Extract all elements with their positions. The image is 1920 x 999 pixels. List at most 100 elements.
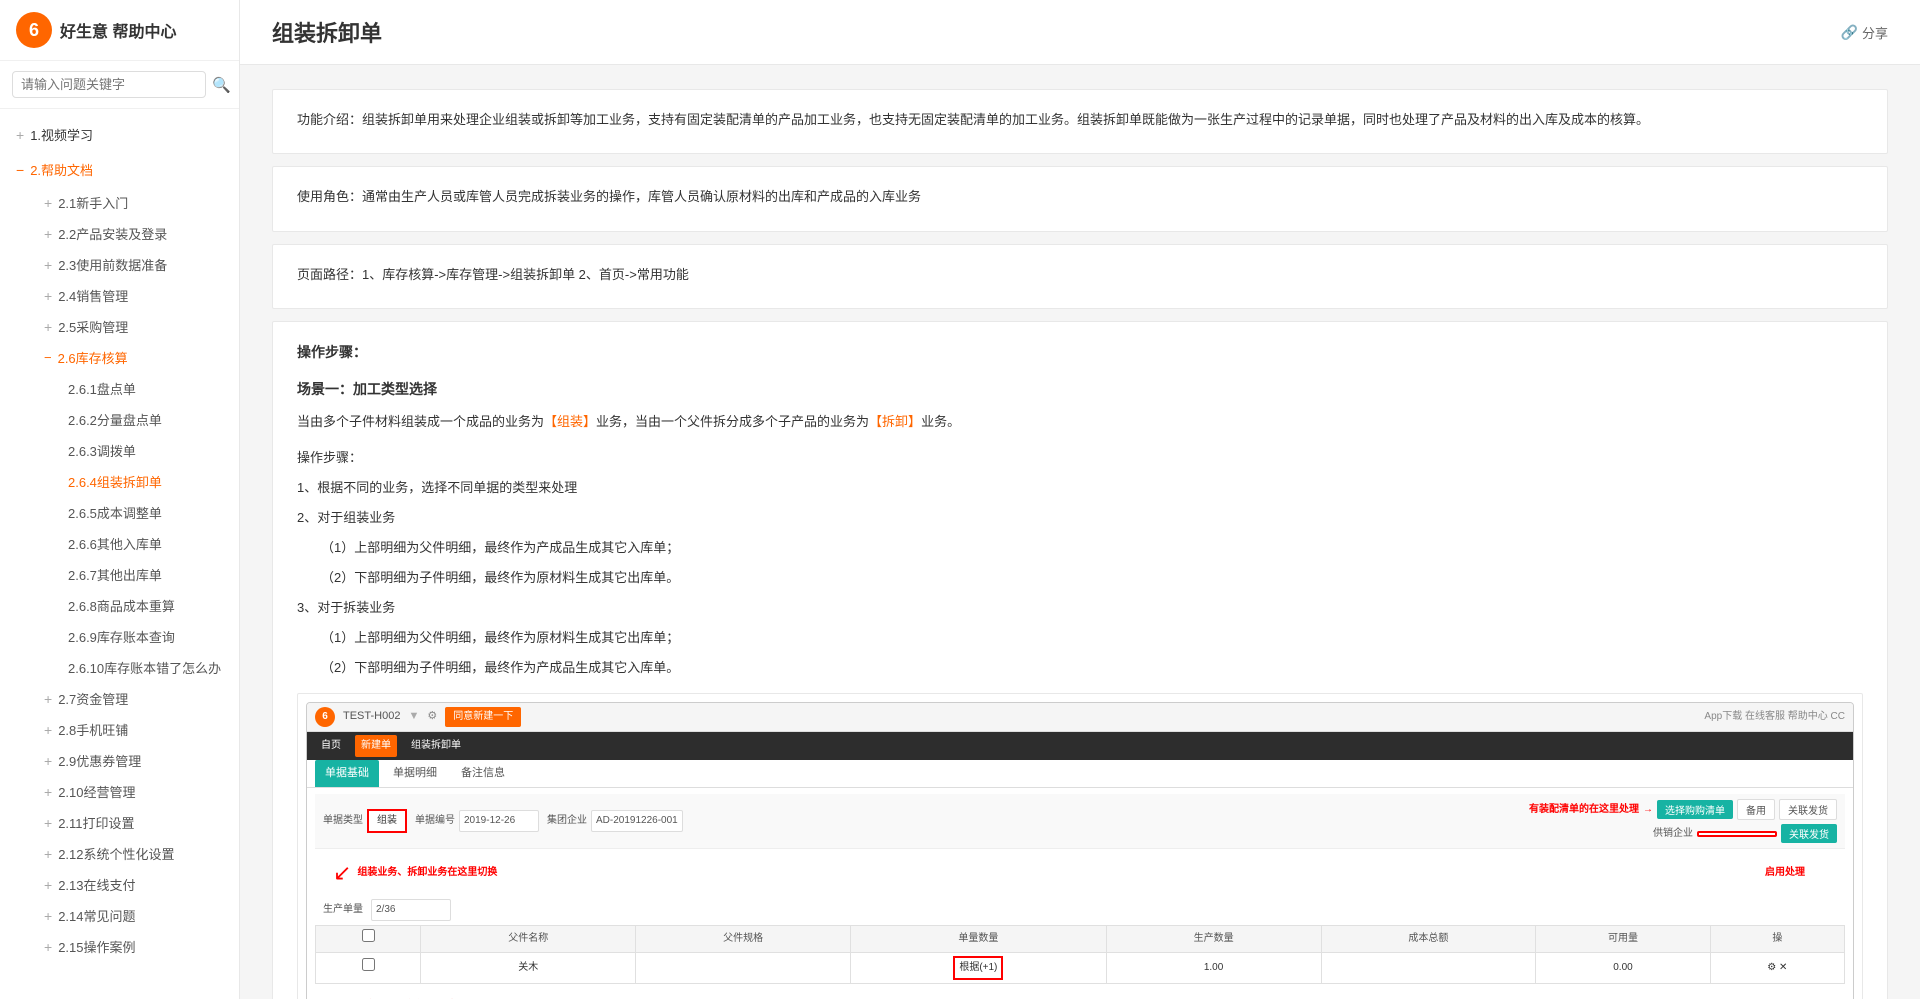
sidebar-item-2-6[interactable]: − 2.6库存核算 [28,342,239,373]
sidebar-label: 2.6.3调拨单 [68,441,136,460]
mock-upper-table: 父件名称 父件规格 单量数量 生产数量 成本总额 可用量 操 [315,925,1845,984]
mock-form-area: 单据类型 组装 单据编号 2019-12-26 集团企业 AD-20191226… [315,794,1845,925]
expand-icon: + [44,257,52,273]
mock-supplier-field: 供销企业 关联发货 [1653,824,1837,843]
field-group: 集团企业 AD-20191226-001 [547,810,683,832]
type-annotation-row: ↙ 组装业务、拆卸业务在这里切换 启用处理 [323,853,1845,893]
nav-list: + 1.视频学习 − 2.帮助文档 + 2.1新手入门 + 2.2产品安装及登录… [0,109,239,999]
search-button[interactable]: 🔍 [212,76,231,94]
sidebar-item-2-6-10[interactable]: 2.6.10库存账本错了怎么办 [52,652,239,683]
sidebar-item-2-6-9[interactable]: 2.6.9库存账本查询 [52,621,239,652]
brand-name: 好生意 帮助中心 [60,18,176,42]
mock-tab-detail[interactable]: 单据明细 [383,760,447,788]
field-date-input[interactable]: 2019-12-26 [459,810,539,832]
sidebar-item-2-5[interactable]: + 2.5采购管理 [28,311,239,342]
share-button[interactable]: 🔗 分享 [1841,23,1888,42]
sidebar-item-video[interactable]: + 1.视频学习 [0,117,239,152]
sidebar-item-2-8[interactable]: + 2.8手机旺铺 [28,714,239,745]
sidebar-item-2-12[interactable]: + 2.12系统个性化设置 [28,838,239,869]
type-select[interactable]: 组装 [367,809,407,833]
mock-company: TEST-H002 [343,707,400,727]
sidebar-sub-docs: + 2.1新手入门 + 2.2产品安装及登录 + 2.3使用前数据准备 + 2.… [0,187,239,962]
sidebar-item-2-13[interactable]: + 2.13在线支付 [28,869,239,900]
cell-cost [1321,952,1536,983]
delete-icon[interactable]: ✕ [1779,962,1787,973]
sidebar-item-2-10[interactable]: + 2.10经营管理 [28,776,239,807]
cell-op-btns: ⚙ ✕ [1710,952,1844,983]
sidebar-item-2-6-5[interactable]: 2.6.5成本调整单 [52,497,239,528]
step2-2: （2）下部明细为子件明细，最终作为原材料生成其它出库单。 [297,565,1863,591]
cell-parent-spec [636,952,851,983]
select-all[interactable] [362,929,375,942]
mock-nav-new[interactable]: 新建单 [355,735,397,757]
search-box: 🔍 [0,61,239,109]
mock-nav-home[interactable]: 自页 [315,735,347,757]
sidebar-item-2-2[interactable]: + 2.2产品安装及登录 [28,218,239,249]
cell-check [316,952,421,983]
sidebar-item-2-1[interactable]: + 2.1新手入门 [28,187,239,218]
path-text: 页面路径：1、库存核算->库存管理->组装拆卸单 2、首页->常用功能 [297,263,1863,286]
sidebar-item-2-6-1[interactable]: 2.6.1盘点单 [52,373,239,404]
field-supplier-label: 供销企业 [1653,825,1693,843]
field-type-label: 单据类型 [323,812,363,830]
share-label: 分享 [1862,23,1888,42]
mock-nav: 自页 新建单 组装拆卸单 [307,732,1853,760]
mock-tab-form[interactable]: 单据基础 [315,760,379,788]
mock-btn-backup[interactable]: 备用 [1737,799,1775,820]
sidebar-item-docs[interactable]: − 2.帮助文档 [0,152,239,187]
sidebar-item-2-6-4[interactable]: 2.6.4组装拆卸单 [52,466,239,497]
sidebar-item-2-6-6[interactable]: 2.6.6其他入库单 [52,528,239,559]
mock-nav-list[interactable]: 组装拆卸单 [405,735,467,757]
mock-btn-bom[interactable]: 选择购购清单 [1657,800,1733,819]
sidebar-item-2-14[interactable]: + 2.14常见问题 [28,900,239,931]
step3-1: （1）上部明细为父件明细，最终作为原材料生成其它出库单； [297,625,1863,651]
qty-input[interactable]: 2/36 [371,899,451,921]
annotation-fixed: 有装配清单的在这里处理 [1529,801,1639,819]
sidebar-item-2-6-2[interactable]: 2.6.2分量盘点单 [52,404,239,435]
role-card: 使用角色：通常由生产人员或库管人员完成拆装业务的操作，库管人员确认原材料的出库和… [272,166,1888,231]
search-input[interactable] [12,71,206,98]
sidebar-label: 2.2产品安装及登录 [58,224,167,243]
mock-neworder-btn[interactable]: 同意新建一下 [445,707,521,727]
expand-icon: + [44,319,52,335]
annotation-type: 组装业务、拆卸业务在这里切换 [357,864,497,882]
mock-form-bar: 单据类型 组装 单据编号 2019-12-26 集团企业 AD-20191226… [315,794,1845,849]
steps-title: 操作步骤： [297,340,1863,365]
mock-topbar: 6 TEST-H002 ▼ ⚙ 同意新建一下 App下载 在线客服 帮助中心 C… [307,703,1853,732]
annotation-enable: 启用处理 [1765,864,1805,882]
mock-btn-ship[interactable]: 关联发货 [1779,799,1837,820]
col-parent-name: 父件名称 [421,925,636,952]
field-group-input[interactable]: AD-20191226-001 [591,810,683,832]
sidebar-item-2-11[interactable]: + 2.11打印设置 [28,807,239,838]
mock-tab-other[interactable]: 备注信息 [451,760,515,788]
intro-card: 功能介绍：组装拆卸单用来处理企业组装或拆卸等加工业务，支持有固定装配清单的产品加… [272,89,1888,154]
page-title: 组装拆卸单 [272,16,382,48]
main-area: 组装拆卸单 🔗 分享 功能介绍：组装拆卸单用来处理企业组装或拆卸等加工业务，支持… [240,0,1920,999]
sidebar-item-2-4[interactable]: + 2.4销售管理 [28,280,239,311]
mock-topright: App下载 在线客服 帮助中心 CC [1704,708,1845,726]
sidebar-label: 2.5采购管理 [58,317,128,336]
sidebar-item-2-6-3[interactable]: 2.6.3调拨单 [52,435,239,466]
sidebar-item-2-3[interactable]: + 2.3使用前数据准备 [28,249,239,280]
role-text: 使用角色：通常由生产人员或库管人员完成拆装业务的操作，库管人员确认原材料的出库和… [297,185,1863,208]
share-icon: 🔗 [1841,24,1858,41]
sidebar-item-2-6-7[interactable]: 2.6.7其他出库单 [52,559,239,590]
sidebar-item-2-15[interactable]: + 2.15操作案例 [28,931,239,962]
sidebar-label: 2.9优惠券管理 [58,751,141,770]
op-icon[interactable]: ⚙ [1767,962,1776,973]
sidebar-label: 2.3使用前数据准备 [58,255,167,274]
mock-btn-confirm[interactable]: 关联发货 [1781,824,1837,843]
sidebar-item-2-7[interactable]: + 2.7资金管理 [28,683,239,714]
sidebar-label: 2.6.10库存账本错了怎么办 [68,658,221,677]
field-supplier-input[interactable] [1697,831,1777,837]
sidebar-label: 2.13在线支付 [58,875,135,894]
sidebar-label: 2.11打印设置 [58,813,134,832]
path-card: 页面路径：1、库存核算->库存管理->组装拆卸单 2、首页->常用功能 [272,244,1888,309]
logo-icon: 6 [16,12,52,48]
sidebar-label: 2.6库存核算 [58,348,128,367]
sidebar-sub-2-6: 2.6.1盘点单 2.6.2分量盘点单 2.6.3调拨单 2.6.4组装拆卸单 … [28,373,239,683]
sidebar: 6 好生意 帮助中心 🔍 + 1.视频学习 − 2.帮助文档 + 2.1新手入门… [0,0,240,999]
sidebar-label: 2.6.4组装拆卸单 [68,472,162,491]
sidebar-item-2-6-8[interactable]: 2.6.8商品成本重算 [52,590,239,621]
sidebar-item-2-9[interactable]: + 2.9优惠券管理 [28,745,239,776]
